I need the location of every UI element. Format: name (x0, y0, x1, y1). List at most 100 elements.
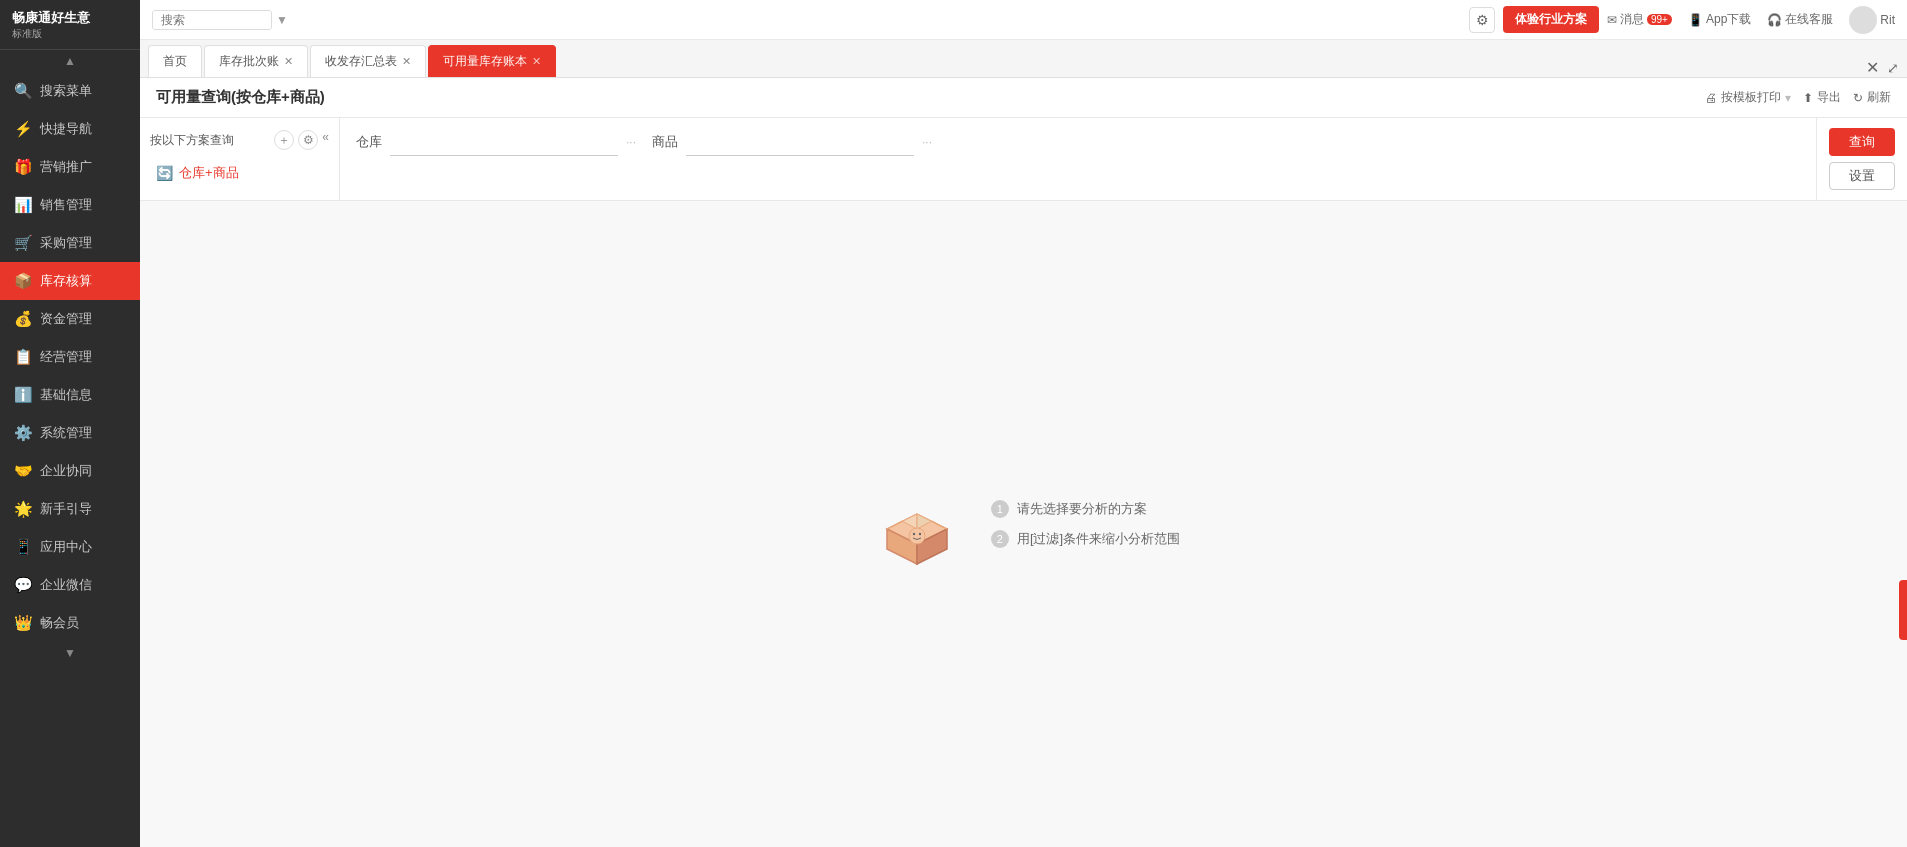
handshake-icon: 🤝 (14, 462, 32, 480)
sidebar-item-marketing[interactable]: 🎁 营销推广 (0, 148, 140, 186)
export-btn[interactable]: ⬆ 导出 (1803, 89, 1841, 106)
phone-download-icon: 📱 (1688, 13, 1703, 27)
print-template-btn[interactable]: 🖨 按模板打印 ▾ (1705, 89, 1791, 106)
product-more-icon[interactable]: ··· (922, 135, 932, 149)
tip-number-1: 1 (991, 500, 1009, 518)
topbar-right: ✉ 消息 99+ 📱 App下载 🎧 在线客服 Rit (1607, 6, 1895, 34)
tab-available-ledger[interactable]: 可用量库存账本 ✕ (428, 45, 556, 77)
sidebar-item-label: 销售管理 (40, 196, 92, 214)
sidebar-item-sales[interactable]: 📊 销售管理 (0, 186, 140, 224)
tab-label: 首页 (163, 53, 187, 70)
refresh-btn[interactable]: ↻ 刷新 (1853, 89, 1891, 106)
close-tab-btn[interactable]: ✕ (1866, 58, 1879, 77)
message-label: 消息 (1620, 11, 1644, 28)
app-name: 畅康通好生意 (12, 10, 128, 27)
dropdown-icon[interactable]: ▼ (276, 13, 288, 27)
sidebar-scroll-up[interactable]: ▲ (0, 50, 140, 72)
sidebar-item-purchase[interactable]: 🛒 采购管理 (0, 224, 140, 262)
online-service-btn[interactable]: 🎧 在线客服 (1767, 11, 1833, 28)
tab-batch-account[interactable]: 库存批次账 ✕ (204, 45, 308, 77)
settings-scheme-btn[interactable]: ⚙ (298, 130, 318, 150)
sidebar-item-label: 搜索菜单 (40, 82, 92, 100)
query-schemes-panel: 按以下方案查询 ＋ ⚙ « 🔄 仓库+商品 (140, 118, 340, 200)
sidebar-item-operation[interactable]: 📋 经营管理 (0, 338, 140, 376)
sidebar-item-label: 企业微信 (40, 576, 92, 594)
product-label: 商品 (652, 133, 678, 151)
service-icon: 🎧 (1767, 13, 1782, 27)
app-download-btn[interactable]: 📱 App下载 (1688, 11, 1751, 28)
sidebar-scroll-down[interactable]: ▼ (0, 642, 140, 664)
refresh-icon: ↻ (1853, 91, 1863, 105)
scheme-warehouse-product[interactable]: 🔄 仓库+商品 (140, 158, 339, 188)
page-header-actions: 🖨 按模板打印 ▾ ⬆ 导出 ↻ 刷新 (1705, 89, 1891, 106)
tab-label: 收发存汇总表 (325, 53, 397, 70)
svg-point-5 (909, 528, 925, 544)
empty-state: 1 请先选择要分析的方案 2 用[过滤]条件来缩小分析范围 (140, 201, 1907, 847)
sidebar-item-label: 库存核算 (40, 272, 92, 290)
sidebar-item-finance[interactable]: 💰 资金管理 (0, 300, 140, 338)
print-icon: 🖨 (1705, 91, 1717, 105)
empty-illustration (867, 474, 967, 574)
sidebar-item-label: 经营管理 (40, 348, 92, 366)
avatar (1849, 6, 1877, 34)
sidebar-item-system[interactable]: ⚙️ 系统管理 (0, 414, 140, 452)
tip-number-2: 2 (991, 530, 1009, 548)
settings-icon: ⚙ (1476, 12, 1489, 28)
add-scheme-btn[interactable]: ＋ (274, 130, 294, 150)
sidebar-item-quick-nav[interactable]: ⚡ 快捷导航 (0, 110, 140, 148)
industry-solution-button[interactable]: 体验行业方案 (1503, 6, 1599, 33)
warehouse-input[interactable] (390, 128, 618, 156)
collapse-schemes-btn[interactable]: « (322, 130, 329, 150)
page-header: 可用量查询(按仓库+商品) 🖨 按模板打印 ▾ ⬆ 导出 ↻ 刷新 (140, 78, 1907, 118)
svg-point-6 (913, 533, 915, 535)
svg-point-7 (919, 533, 921, 535)
warehouse-label: 仓库 (356, 133, 382, 151)
cart-icon: 🛒 (14, 234, 32, 252)
sidebar-item-label: 营销推广 (40, 158, 92, 176)
breadcrumb: ▼ (152, 10, 1461, 30)
warehouse-field: 仓库 ··· (356, 128, 636, 156)
online-service-label: 在线客服 (1785, 11, 1833, 28)
tab-collect-summary[interactable]: 收发存汇总表 ✕ (310, 45, 426, 77)
clipboard-icon: 📋 (14, 348, 32, 366)
gear-settings-btn[interactable]: ⚙ (1469, 7, 1495, 33)
sidebar-item-basic-info[interactable]: ℹ️ 基础信息 (0, 376, 140, 414)
sidebar-item-app-center[interactable]: 📱 应用中心 (0, 528, 140, 566)
scheme-label: 仓库+商品 (179, 164, 239, 182)
message-badge: 99+ (1647, 14, 1672, 25)
expand-tab-btn[interactable]: ⤢ (1887, 60, 1899, 76)
phone-icon: 📱 (14, 538, 32, 556)
sidebar-item-weixin[interactable]: 💬 企业微信 (0, 566, 140, 604)
search-input[interactable] (152, 10, 272, 30)
empty-tip-2: 2 用[过滤]条件来缩小分析范围 (991, 530, 1180, 548)
sidebar-item-guide[interactable]: 🌟 新手引导 (0, 490, 140, 528)
app-download-label: App下载 (1706, 11, 1751, 28)
schemes-label: 按以下方案查询 (150, 132, 234, 149)
flash-icon: ⚡ (14, 120, 32, 138)
warehouse-more-icon[interactable]: ··· (626, 135, 636, 149)
tabs-bar: 首页 库存批次账 ✕ 收发存汇总表 ✕ 可用量库存账本 ✕ ✕ ⤢ (140, 40, 1907, 78)
sidebar-item-search[interactable]: 🔍 搜索菜单 (0, 72, 140, 110)
query-fields: 仓库 ··· 商品 ··· (340, 118, 1816, 200)
page-title: 可用量查询(按仓库+商品) (156, 88, 325, 107)
sidebar-item-enterprise[interactable]: 🤝 企业协同 (0, 452, 140, 490)
tab-home[interactable]: 首页 (148, 45, 202, 77)
message-btn[interactable]: ✉ 消息 99+ (1607, 11, 1672, 28)
sidebar-item-label: 资金管理 (40, 310, 92, 328)
user-avatar-btn[interactable]: Rit (1849, 6, 1895, 34)
tab-close-icon[interactable]: ✕ (402, 55, 411, 68)
query-button[interactable]: 查询 (1829, 128, 1895, 156)
right-scroll-indicator (1899, 580, 1907, 640)
sidebar-item-member[interactable]: 👑 畅会员 (0, 604, 140, 642)
settings-button[interactable]: 设置 (1829, 162, 1895, 190)
search-icon: 🔍 (14, 82, 32, 100)
tab-label: 库存批次账 (219, 53, 279, 70)
message-icon: ✉ (1607, 13, 1617, 27)
sidebar-item-inventory[interactable]: 📦 库存核算 (0, 262, 140, 300)
tab-close-icon[interactable]: ✕ (284, 55, 293, 68)
product-input[interactable] (686, 128, 914, 156)
tabs-controls: ✕ ⤢ (1866, 58, 1899, 77)
tab-close-icon[interactable]: ✕ (532, 55, 541, 68)
chat-icon: 💬 (14, 576, 32, 594)
money-icon: 💰 (14, 310, 32, 328)
